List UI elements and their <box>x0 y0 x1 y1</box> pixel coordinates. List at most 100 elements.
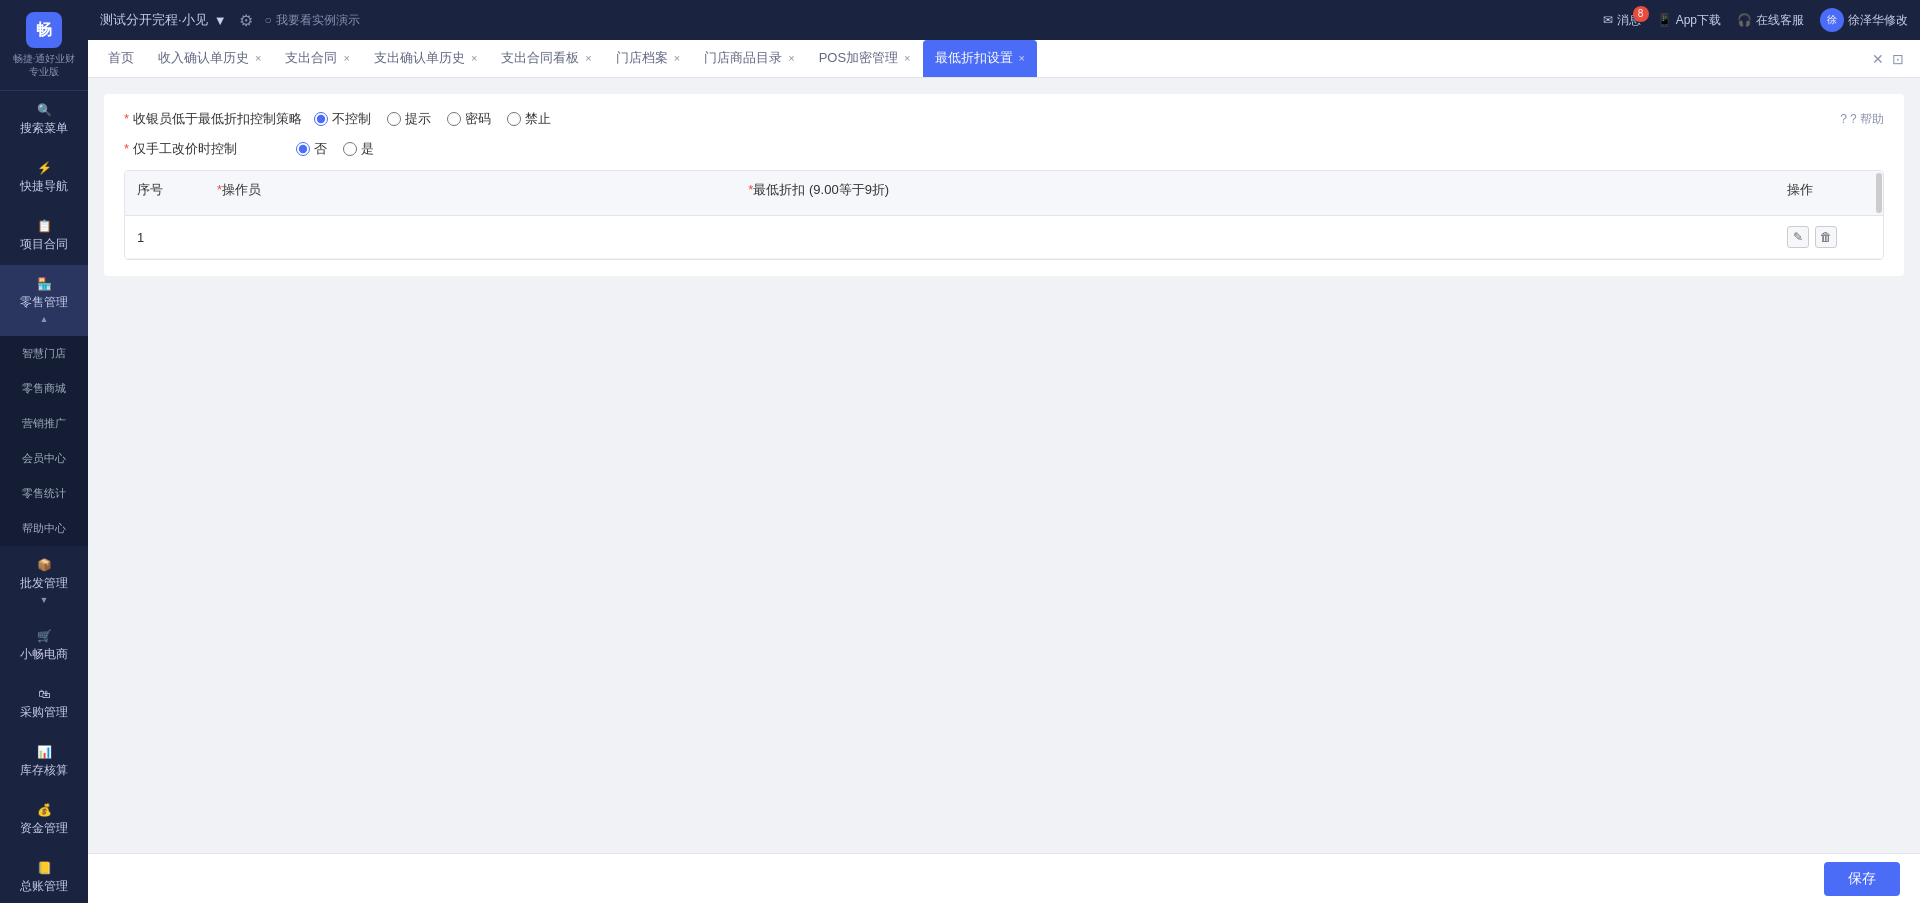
tab-store-products-close[interactable]: × <box>788 52 794 64</box>
sidebar-item-search[interactable]: 🔍 搜索菜单 <box>0 91 88 149</box>
tab-income-history[interactable]: 收入确认单历史 × <box>146 40 273 77</box>
tab-store-products[interactable]: 门店商品目录 × <box>692 40 806 77</box>
tab-expense-history[interactable]: 支出确认单历史 × <box>362 40 489 77</box>
sidebar-item-help-label: 帮助中心 <box>22 522 66 534</box>
radio-no[interactable]: 否 <box>296 140 327 158</box>
user-name: 徐泽华修改 <box>1848 12 1908 29</box>
tab-income-history-close[interactable]: × <box>255 52 261 64</box>
tab-contract-label: 支出合同 <box>285 49 337 67</box>
radio-remind[interactable]: 提示 <box>387 110 431 128</box>
topbar-right: ✉ 消息 8 📱 App下载 🎧 在线客服 徐 徐泽华修改 <box>1603 8 1908 32</box>
support-icon: 🎧 <box>1737 13 1752 27</box>
radio-no-control-input[interactable] <box>314 112 328 126</box>
tab-contract-close[interactable]: × <box>343 52 349 64</box>
sidebar-item-wholesale[interactable]: 📦 批发管理 ▼ <box>0 546 88 617</box>
radio-yes-input[interactable] <box>343 142 357 156</box>
tab-contract-board-label: 支出合同看板 <box>501 49 579 67</box>
topbar-demo[interactable]: ○ 我要看实例演示 <box>265 12 360 29</box>
topbar-support[interactable]: 🎧 在线客服 <box>1737 12 1804 29</box>
tab-store-file-label: 门店档案 <box>616 49 668 67</box>
radio-yes-label: 是 <box>361 140 374 158</box>
tab-contract-board[interactable]: 支出合同看板 × <box>489 40 603 77</box>
sidebar-item-purchase[interactable]: 🛍 采购管理 <box>0 675 88 733</box>
form-label-1: * 收银员低于最低折扣控制策略 <box>124 110 302 128</box>
tab-store-file[interactable]: 门店档案 × <box>604 40 692 77</box>
chevron-up-icon: ▲ <box>40 314 49 324</box>
main: 测试分开完程·小见 ▼ ⚙ ○ 我要看实例演示 ✉ 消息 8 📱 App下载 🎧… <box>88 0 1920 903</box>
topbar-settings-icon: ⚙ <box>239 12 253 29</box>
radio-yes[interactable]: 是 <box>343 140 374 158</box>
td-operator <box>205 227 736 247</box>
sidebar-item-finance-label: 资金管理 <box>20 820 68 837</box>
sidebar-item-ledger[interactable]: 📒 总账管理 <box>0 849 88 903</box>
radio-no-control[interactable]: 不控制 <box>314 110 371 128</box>
sidebar-item-inventory-label: 库存核算 <box>20 762 68 779</box>
radio-password[interactable]: 密码 <box>447 110 491 128</box>
tab-close-all-btn[interactable]: ✕ <box>1872 51 1884 67</box>
table-scrollbar[interactable] <box>1875 171 1883 215</box>
radio-forbid[interactable]: 禁止 <box>507 110 551 128</box>
sidebar-item-member[interactable]: 会员中心 <box>0 441 88 476</box>
save-button[interactable]: 保存 <box>1824 862 1900 896</box>
sidebar-item-retail[interactable]: 🏪 零售管理 ▲ <box>0 265 88 336</box>
sidebar-item-project[interactable]: 📋 项目合同 <box>0 207 88 265</box>
sidebar-item-retail-label: 零售管理 <box>20 294 68 311</box>
tab-store-file-close[interactable]: × <box>674 52 680 64</box>
edit-icon: ✎ <box>1793 230 1803 244</box>
discount-table: 序号 *操作员 *最低折扣 (9.00等于9折) 操作 1 <box>124 170 1884 260</box>
sidebar-item-ecommerce-label: 小畅电商 <box>20 646 68 663</box>
tab-home-label: 首页 <box>108 49 134 67</box>
tab-home[interactable]: 首页 <box>96 40 146 77</box>
edit-row-btn[interactable]: ✎ <box>1787 226 1809 248</box>
sidebar-item-finance[interactable]: 💰 资金管理 <box>0 791 88 849</box>
sidebar-item-quicknav-label: 快捷导航 <box>20 178 68 195</box>
topbar-app-download[interactable]: 📱 App下载 <box>1657 12 1721 29</box>
tab-contract[interactable]: 支出合同 × <box>273 40 361 77</box>
help-link[interactable]: ? ? 帮助 <box>1840 111 1884 128</box>
topbar-messages[interactable]: ✉ 消息 8 <box>1603 12 1641 29</box>
radio-remind-label: 提示 <box>405 110 431 128</box>
radio-no-input[interactable] <box>296 142 310 156</box>
field1-radio-group: 不控制 提示 密码 禁止 <box>314 110 551 128</box>
radio-forbid-input[interactable] <box>507 112 521 126</box>
topbar-project[interactable]: 测试分开完程·小见 ▼ <box>100 11 227 29</box>
radio-remind-input[interactable] <box>387 112 401 126</box>
tab-income-history-label: 收入确认单历史 <box>158 49 249 67</box>
tab-expense-history-close[interactable]: × <box>471 52 477 64</box>
required-asterisk-1: * <box>124 111 129 126</box>
tab-more-btn[interactable]: ⊡ <box>1892 51 1904 67</box>
form-label-2: * 仅手工改价时控制 <box>124 140 284 158</box>
tab-min-discount-close[interactable]: × <box>1019 52 1025 64</box>
tab-pos-password-close[interactable]: × <box>904 52 910 64</box>
radio-no-label: 否 <box>314 140 327 158</box>
sidebar-item-marketing-label: 营销推广 <box>22 417 66 429</box>
user-avatar: 徐 <box>1820 8 1844 32</box>
logo-icon: 畅 <box>26 12 62 48</box>
sidebar-item-quicknav[interactable]: ⚡ 快捷导航 <box>0 149 88 207</box>
project-icon: 📋 <box>37 219 52 233</box>
chevron-down-icon: ▼ <box>40 595 49 605</box>
delete-row-btn[interactable]: 🗑 <box>1815 226 1837 248</box>
message-badge: 8 <box>1633 6 1649 22</box>
scrollbar-thumb[interactable] <box>1876 173 1882 213</box>
tab-pos-password[interactable]: POS加密管理 × <box>807 40 923 77</box>
sidebar-item-ecommerce[interactable]: 🛒 小畅电商 <box>0 617 88 675</box>
sidebar-item-help[interactable]: 帮助中心 <box>0 511 88 546</box>
tab-min-discount[interactable]: 最低折扣设置 × <box>923 40 1037 77</box>
tab-contract-board-close[interactable]: × <box>585 52 591 64</box>
sidebar-item-retail-stat[interactable]: 零售统计 <box>0 476 88 511</box>
sidebar-item-online-store[interactable]: 零售商城 <box>0 371 88 406</box>
radio-password-input[interactable] <box>447 112 461 126</box>
topbar-settings-btn[interactable]: ⚙ <box>239 11 253 30</box>
sidebar-item-inventory[interactable]: 📊 库存核算 <box>0 733 88 791</box>
td-discount <box>736 227 1775 247</box>
sidebar-item-marketing[interactable]: 营销推广 <box>0 406 88 441</box>
radio-no-control-label: 不控制 <box>332 110 371 128</box>
topbar: 测试分开完程·小见 ▼ ⚙ ○ 我要看实例演示 ✉ 消息 8 📱 App下载 🎧… <box>88 0 1920 40</box>
sidebar-item-smart-store-label: 智慧门店 <box>22 347 66 359</box>
quicknav-icon: ⚡ <box>37 161 52 175</box>
topbar-user[interactable]: 徐 徐泽华修改 <box>1820 8 1908 32</box>
sidebar-item-ledger-label: 总账管理 <box>20 878 68 895</box>
sidebar-item-smart-store[interactable]: 智慧门店 <box>0 336 88 371</box>
app-download-icon: 📱 <box>1657 13 1672 27</box>
